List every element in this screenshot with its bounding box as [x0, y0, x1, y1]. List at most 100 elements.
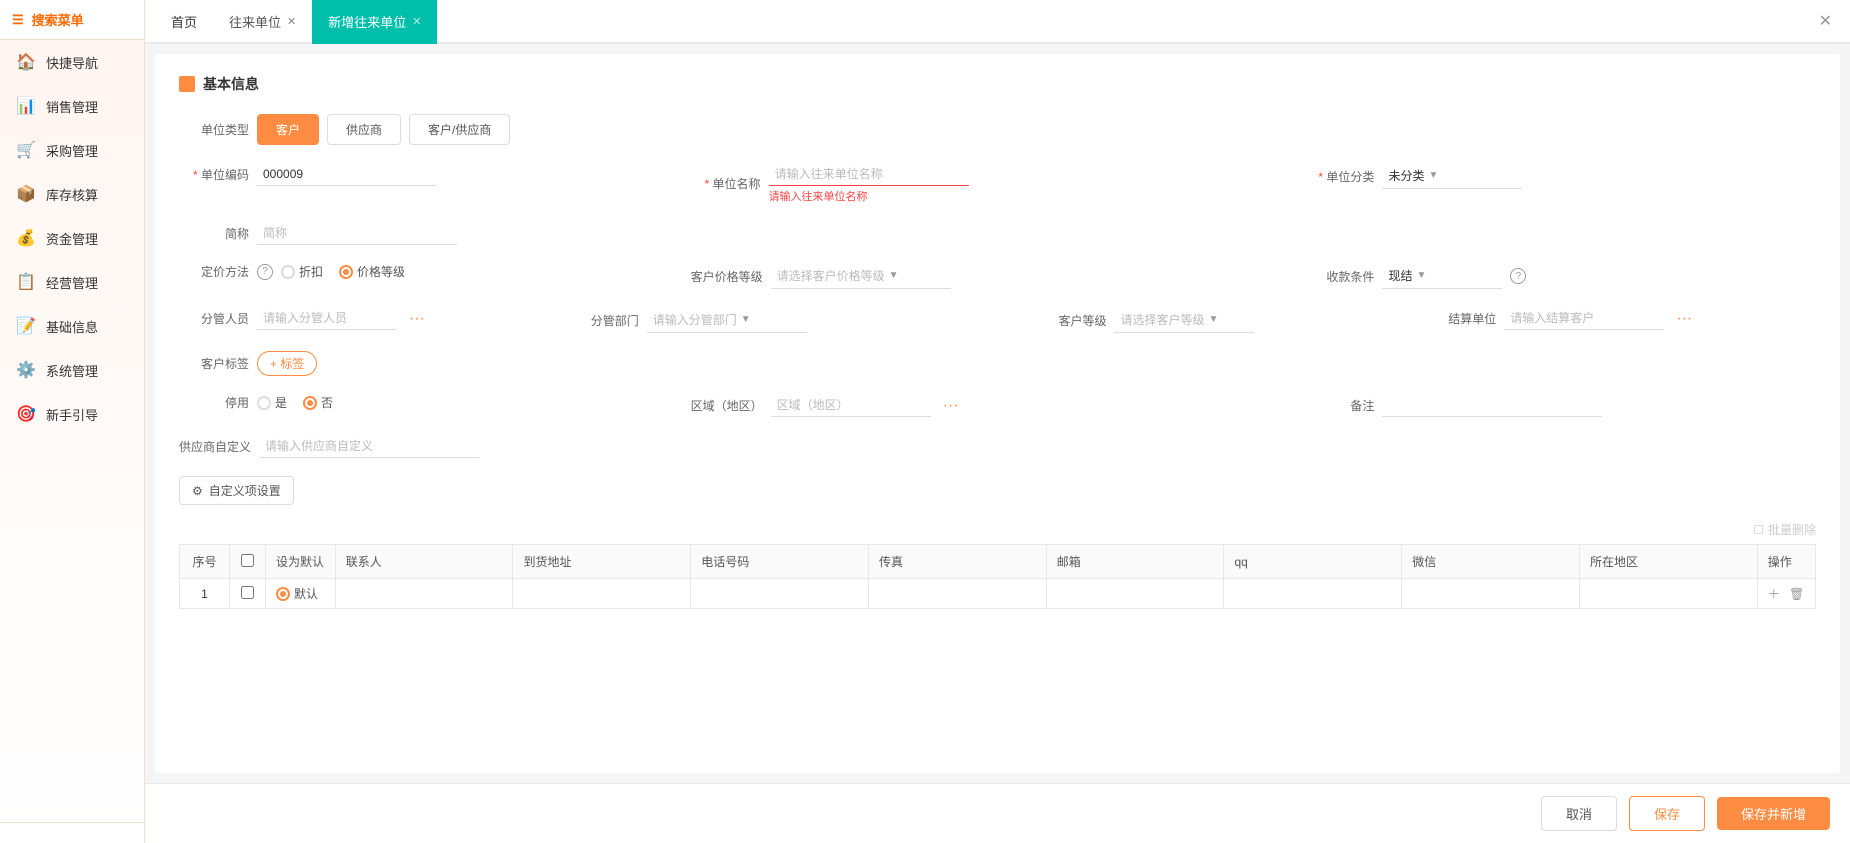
- chevron-down-icon-3: ▼: [1416, 270, 1426, 281]
- payment-terms-label: 收款条件: [1304, 268, 1374, 285]
- tab-new-partner-close[interactable]: ✕: [412, 15, 421, 28]
- tab-partners-close[interactable]: ✕: [287, 15, 296, 28]
- email-input[interactable]: [1057, 587, 1214, 601]
- unit-name-input[interactable]: [769, 163, 969, 186]
- row-contact[interactable]: [335, 579, 513, 609]
- batch-delete-icon: ☐: [1753, 523, 1764, 537]
- row-email[interactable]: [1046, 579, 1224, 609]
- add-tag-button[interactable]: + 标签: [257, 351, 317, 376]
- manager-more-btn[interactable]: ···: [405, 310, 429, 328]
- save-new-button[interactable]: 保存并新增: [1717, 797, 1830, 830]
- batch-delete-area: ☐ 批量删除: [179, 521, 1816, 538]
- sidebar-item-sales[interactable]: 📊销售管理: [0, 84, 144, 128]
- row-delete-btn[interactable]: 🗑: [1789, 587, 1804, 601]
- qq-input[interactable]: [1234, 587, 1391, 601]
- chevron-down-icon-2: ▼: [889, 270, 899, 281]
- payment-terms-select[interactable]: 现结 ▼: [1382, 263, 1502, 289]
- row-region[interactable]: [1579, 579, 1757, 609]
- department-label: 分管部门: [569, 312, 639, 329]
- manager-label: 分管人员: [179, 310, 249, 327]
- row-add-btn[interactable]: ＋: [1768, 587, 1780, 601]
- supplier-custom-field: 供应商自定义: [179, 435, 1816, 458]
- save-button[interactable]: 保存: [1629, 796, 1705, 831]
- payment-help-icon[interactable]: ?: [1510, 268, 1526, 284]
- sidebar-item-operations[interactable]: 📋经营管理: [0, 260, 144, 304]
- tab-new-partner[interactable]: 新增往来单位 ✕: [312, 0, 437, 44]
- region-input[interactable]: [771, 394, 931, 417]
- disabled-no-radio[interactable]: 否: [303, 394, 333, 411]
- customer-price-level-select[interactable]: 请选择客户价格等级 ▼: [771, 263, 951, 289]
- tab-bar-close-button[interactable]: ✕: [1811, 7, 1840, 35]
- search-menu-button[interactable]: ☰ 搜索菜单: [12, 10, 132, 29]
- unit-type-supplier-btn[interactable]: 供应商: [327, 114, 401, 145]
- unit-category-select[interactable]: 未分类 ▼: [1382, 163, 1522, 189]
- sidebar-item-purchase[interactable]: 🛒采购管理: [0, 128, 144, 172]
- row-address[interactable]: [513, 579, 691, 609]
- row-fax[interactable]: [868, 579, 1046, 609]
- disabled-radio-group: 是 否: [257, 394, 333, 411]
- customer-level-select[interactable]: 请选择客户等级 ▼: [1114, 307, 1254, 333]
- customer-price-level-placeholder: 请选择客户价格等级: [777, 267, 885, 284]
- pricing-level-radio[interactable]: 价格等级: [339, 263, 405, 280]
- col-check: [230, 545, 266, 579]
- unit-name-error: 请输入往来单位名称: [769, 188, 969, 204]
- disabled-yes-radio[interactable]: 是: [257, 394, 287, 411]
- sidebar-item-inventory[interactable]: 📦库存核算: [0, 172, 144, 216]
- remarks-input[interactable]: [1382, 394, 1602, 417]
- batch-delete-label[interactable]: 批量删除: [1768, 521, 1816, 538]
- tab-new-partner-label: 新增往来单位: [328, 12, 406, 31]
- disabled-region-row: 停用 是 否 区域（地区） ··· 备注: [179, 394, 1816, 417]
- settlement-more-btn[interactable]: ···: [1672, 310, 1696, 328]
- row-checkbox[interactable]: [241, 586, 254, 599]
- unit-type-both-btn[interactable]: 客户/供应商: [409, 114, 510, 145]
- customer-level-field: 客户等级 请选择客户等级 ▼: [1036, 307, 1426, 333]
- cancel-button[interactable]: 取消: [1541, 796, 1617, 831]
- row-qq[interactable]: [1224, 579, 1402, 609]
- phone-input[interactable]: [701, 587, 858, 601]
- manager-input[interactable]: [257, 307, 397, 330]
- settlement-input[interactable]: [1504, 307, 1664, 330]
- row-default-radio[interactable]: 默认: [276, 585, 325, 602]
- fax-input[interactable]: [879, 587, 1036, 601]
- unit-code-input[interactable]: [257, 163, 437, 186]
- unit-type-label: 单位类型: [179, 121, 249, 138]
- sidebar-item-basic[interactable]: 📝基础信息: [0, 304, 144, 348]
- address-input[interactable]: [523, 587, 680, 601]
- region-more-btn[interactable]: ···: [939, 397, 963, 415]
- region-label: 区域（地区）: [691, 397, 763, 414]
- row-region-input[interactable]: [1590, 587, 1747, 601]
- inventory-icon: 📦: [16, 184, 36, 204]
- settlement-label: 结算单位: [1426, 310, 1496, 327]
- tab-partners-label: 往来单位: [229, 12, 281, 31]
- chevron-down-icon-5: ▼: [1209, 314, 1219, 325]
- unit-type-group: 客户 供应商 客户/供应商: [257, 114, 510, 145]
- row-action: ＋ 🗑: [1757, 579, 1815, 609]
- sidebar-item-guide[interactable]: 🎯新手引导: [0, 392, 144, 436]
- department-select[interactable]: 请输入分管部门 ▼: [647, 307, 807, 333]
- sidebar-item-system[interactable]: ⚙️系统管理: [0, 348, 144, 392]
- tab-partners[interactable]: 往来单位 ✕: [213, 0, 312, 44]
- pricing-help-icon[interactable]: ?: [257, 264, 273, 280]
- guide-icon: 🎯: [16, 404, 36, 424]
- supplier-custom-input[interactable]: [259, 435, 479, 458]
- search-menu-label: 搜索菜单: [32, 10, 84, 29]
- row-default-circle: [276, 587, 290, 601]
- unit-type-customer-btn[interactable]: 客户: [257, 114, 319, 145]
- sidebar-item-finance[interactable]: 💰资金管理: [0, 216, 144, 260]
- disabled-no-label: 否: [321, 394, 333, 411]
- custom-settings-label: 自定义项设置: [209, 482, 281, 499]
- abbreviation-input[interactable]: [257, 222, 457, 245]
- pricing-discount-radio[interactable]: 折扣: [281, 263, 323, 280]
- row-phone[interactable]: [691, 579, 869, 609]
- custom-settings-button[interactable]: ⚙ 自定义项设置: [179, 476, 294, 505]
- tab-home[interactable]: 首页: [155, 0, 213, 44]
- form-footer: 取消 保存 保存并新增: [145, 783, 1850, 843]
- row-wechat[interactable]: [1402, 579, 1580, 609]
- select-all-checkbox[interactable]: [241, 554, 254, 567]
- pricing-method-label: 定价方法: [179, 263, 249, 280]
- wechat-input[interactable]: [1412, 587, 1569, 601]
- contact-input[interactable]: [346, 587, 503, 601]
- abbreviation-row: 简称: [179, 222, 1816, 245]
- disabled-field: 停用 是 否: [179, 394, 691, 411]
- sidebar-item-quick-nav[interactable]: 🏠快捷导航: [0, 40, 144, 84]
